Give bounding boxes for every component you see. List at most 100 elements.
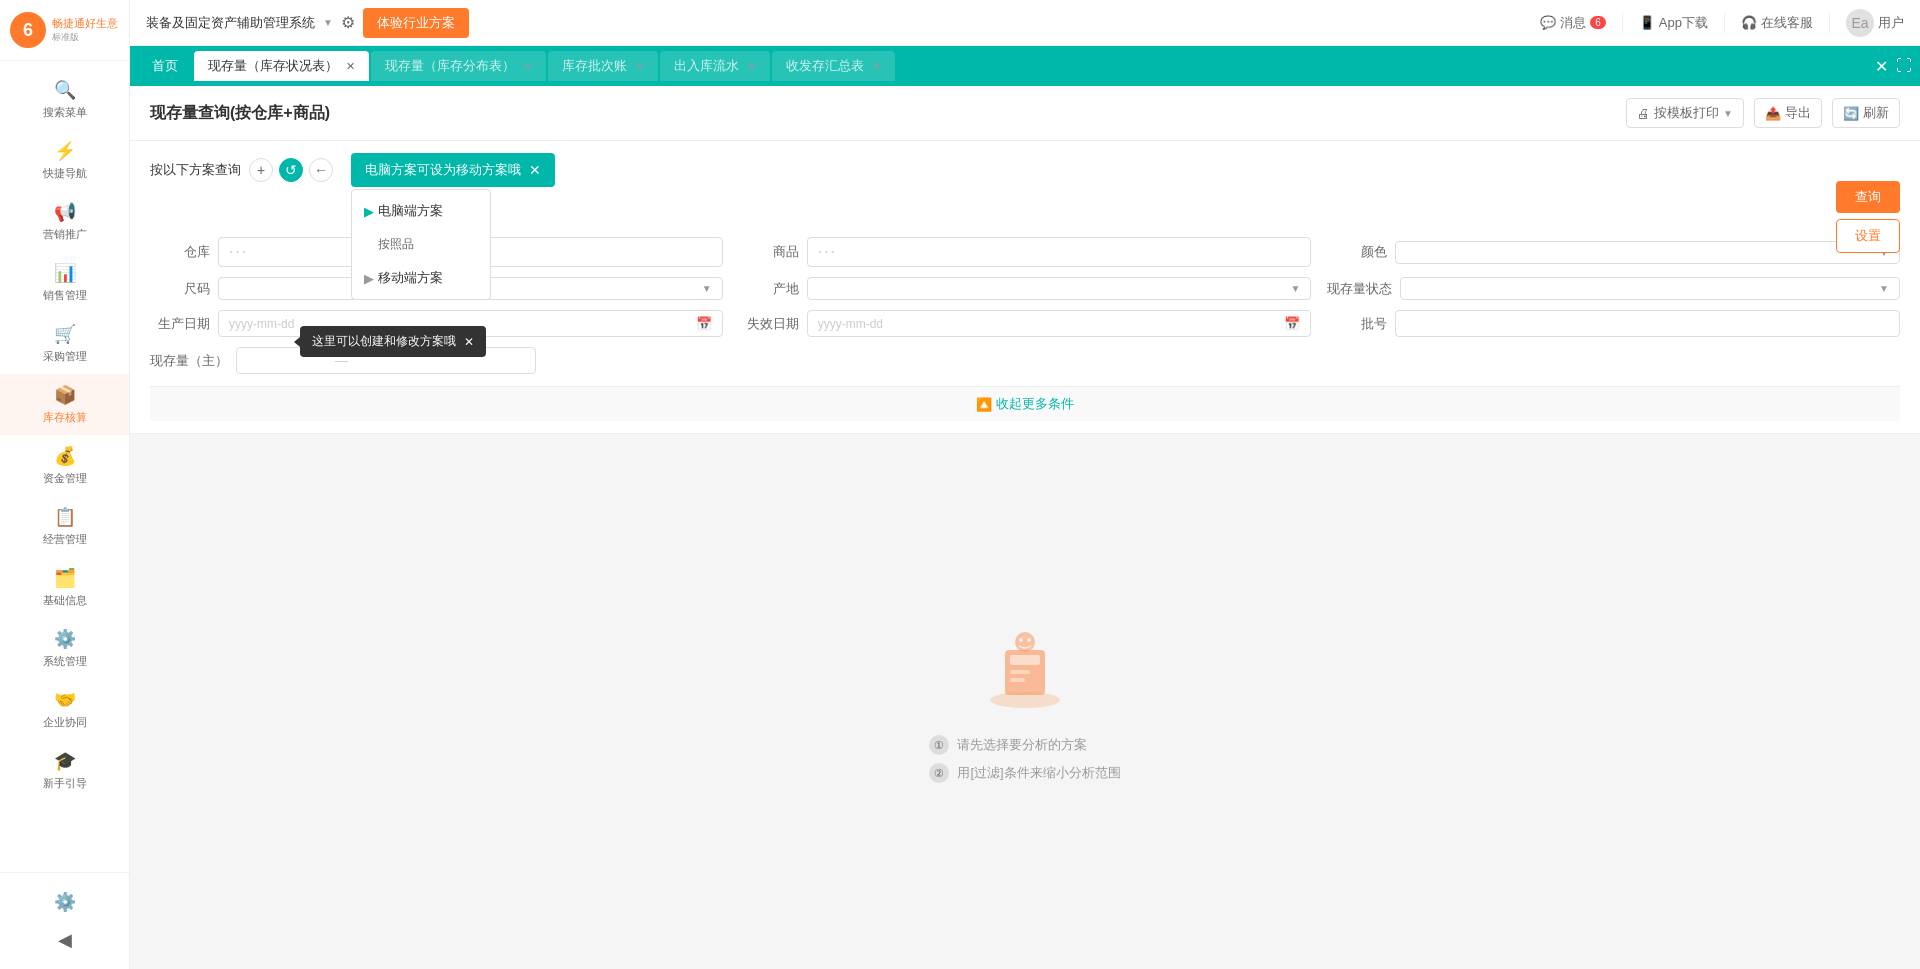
collapse-bar[interactable]: 🔼 收起更多条件 <box>150 386 1900 421</box>
expire-date-calendar-icon: 📅 <box>1284 316 1300 331</box>
sidebar-item-inventory[interactable]: 📦 库存核算 <box>0 374 129 435</box>
scheme-desktop-sub-item[interactable]: 按照品 <box>352 228 490 261</box>
svg-rect-4 <box>1010 678 1025 682</box>
svg-point-7 <box>1027 638 1031 642</box>
filter-back-btn[interactable]: ← <box>309 158 333 182</box>
tab-inventory-dist[interactable]: 现存量（库存分布表） ✕ <box>371 51 546 81</box>
scheme-desktop-arrow: ▶ <box>364 204 374 219</box>
app-download-item[interactable]: 📱 App下载 <box>1639 14 1708 32</box>
print-btn[interactable]: 🖨 按模板打印 ▼ <box>1626 98 1744 128</box>
empty-hints: ① 请先选择要分析的方案 ② 用[过滤]条件来缩小分析范围 <box>929 735 1120 783</box>
goods-select[interactable]: ··· <box>807 237 1312 267</box>
expire-date-input[interactable]: yyyy-mm-dd 📅 <box>807 310 1312 337</box>
sidebar-label-inventory: 库存核算 <box>43 410 87 425</box>
color-select[interactable]: ▼ <box>1395 241 1900 264</box>
tab-bar: 首页 现存量（库存状况表） ✕ 现存量（库存分布表） ✕ 库存批次账 ✕ 出入库… <box>130 46 1920 86</box>
tab-batch-close[interactable]: ✕ <box>635 60 644 73</box>
sidebar-collapse-btn[interactable]: ◀ <box>0 921 129 959</box>
sidebar-item-guide[interactable]: 🎓 新手引导 <box>0 740 129 801</box>
message-item[interactable]: 💬 消息 6 <box>1540 14 1606 32</box>
svg-rect-3 <box>1010 670 1030 674</box>
industry-btn[interactable]: 体验行业方案 <box>363 8 469 38</box>
enterprise-icon: 🤝 <box>54 689 76 711</box>
system-icon: ⚙️ <box>54 628 76 650</box>
system-name: 装备及固定资产辅助管理系统 <box>146 14 315 32</box>
scheme-mobile-item[interactable]: ▶ 移动端方案 <box>352 261 490 295</box>
inventory-icon: 📦 <box>54 384 76 406</box>
sidebar-item-marketing[interactable]: 📢 营销推广 <box>0 191 129 252</box>
sidebar-item-search[interactable]: 🔍 搜索菜单 <box>0 69 129 130</box>
collapse-up-icon: 🔼 <box>976 397 992 412</box>
produce-date-label: 生产日期 <box>150 315 210 333</box>
tab-maximize-icon[interactable]: ⛶ <box>1896 57 1912 75</box>
sidebar-item-operation[interactable]: 📋 经营管理 <box>0 496 129 557</box>
filter-field-stock-status: 现存量状态 ▼ <box>1327 277 1900 300</box>
origin-select[interactable]: ▼ <box>807 277 1312 300</box>
online-support-item[interactable]: 🎧 在线客服 <box>1741 14 1813 32</box>
reset-btn[interactable]: 设置 <box>1836 219 1900 253</box>
scheme-mobile-arrow: ▶ <box>364 271 374 286</box>
sidebar-label-guide: 新手引导 <box>43 776 87 791</box>
topbar-gear-icon[interactable]: ⚙ <box>341 13 355 32</box>
scheme-desktop-sub-label: 按照品 <box>378 237 414 251</box>
sidebar-item-quicknav[interactable]: ⚡ 快捷导航 <box>0 130 129 191</box>
filter-add-btn[interactable]: + <box>249 158 273 182</box>
size-label: 尺码 <box>150 280 210 298</box>
create-tooltip-close[interactable]: ✕ <box>464 335 474 349</box>
scheme-desktop-item[interactable]: ▶ 电脑端方案 <box>352 194 490 228</box>
scheme-tooltip-close[interactable]: ✕ <box>529 162 541 178</box>
tab-home[interactable]: 首页 <box>138 51 192 81</box>
sidebar-item-system[interactable]: ⚙️ 系统管理 <box>0 618 129 679</box>
tab-inventory-status-label: 现存量（库存状况表） <box>208 57 338 75</box>
svg-point-6 <box>1019 638 1023 642</box>
topbar-divider1 <box>1622 13 1623 33</box>
scheme-desktop-label: 电脑端方案 <box>378 202 443 220</box>
color-label: 颜色 <box>1327 243 1387 261</box>
tab-inventory-dist-close[interactable]: ✕ <box>523 60 532 73</box>
stock-status-select[interactable]: ▼ <box>1400 277 1900 300</box>
message-badge: 6 <box>1590 16 1606 29</box>
produce-date-calendar-icon: 📅 <box>696 316 712 331</box>
stock-status-dropdown-icon: ▼ <box>1879 283 1889 294</box>
empty-state: ① 请先选择要分析的方案 ② 用[过滤]条件来缩小分析范围 <box>130 434 1920 969</box>
filter-field-batch-no: 批号 <box>1327 310 1900 337</box>
tab-close-all-icon[interactable]: ✕ <box>1875 57 1888 76</box>
user-avatar: Ea <box>1846 9 1874 37</box>
sidebar-item-purchase[interactable]: 🛒 采购管理 <box>0 313 129 374</box>
tab-collect-close[interactable]: ✕ <box>872 60 881 73</box>
sidebar-settings-btn[interactable]: ⚙️ <box>0 883 129 921</box>
export-btn[interactable]: 📤 导出 <box>1754 98 1822 128</box>
topbar: 装备及固定资产辅助管理系统 ▼ ⚙ 体验行业方案 💬 消息 6 📱 App下载 <box>130 0 1920 46</box>
tooltip-arrow <box>294 337 300 347</box>
origin-label: 产地 <box>739 280 799 298</box>
tab-inout[interactable]: 出入库流水 ✕ <box>660 51 770 81</box>
filter-refresh-btn[interactable]: ↺ <box>279 158 303 182</box>
refresh-btn[interactable]: 🔄 刷新 <box>1832 98 1900 128</box>
sidebar-item-finance[interactable]: 💰 资金管理 <box>0 435 129 496</box>
system-dropdown-arrow[interactable]: ▼ <box>323 17 333 28</box>
tab-inventory-status-close[interactable]: ✕ <box>346 60 355 73</box>
tab-batch[interactable]: 库存批次账 ✕ <box>548 51 658 81</box>
batch-no-input[interactable] <box>1395 310 1900 337</box>
sidebar-item-sales[interactable]: 📊 销售管理 <box>0 252 129 313</box>
warehouse-dots: ··· <box>229 243 248 261</box>
tab-inventory-status[interactable]: 现存量（库存状况表） ✕ <box>194 51 369 81</box>
create-tooltip-text: 这里可以创建和修改方案哦 <box>312 333 456 350</box>
tab-inout-label: 出入库流水 <box>674 57 739 75</box>
scheme-mobile-label: 移动端方案 <box>378 269 443 287</box>
sidebar-item-enterprise[interactable]: 🤝 企业协同 <box>0 679 129 740</box>
quicknav-icon: ⚡ <box>54 140 76 162</box>
sidebar-bottom: ⚙️ ◀ <box>0 872 129 969</box>
svg-rect-2 <box>1010 655 1040 665</box>
scheme-tooltip-text: 电脑方案可设为移动方案哦 <box>365 161 521 179</box>
search-btn[interactable]: 查询 <box>1836 181 1900 213</box>
user-item[interactable]: Ea 用户 <box>1846 9 1904 37</box>
user-avatar-text: Ea <box>1851 15 1868 31</box>
tab-collect[interactable]: 收发存汇总表 ✕ <box>772 51 895 81</box>
print-icon: 🖨 <box>1637 106 1650 121</box>
tab-inout-close[interactable]: ✕ <box>747 60 756 73</box>
sidebar-item-basic[interactable]: 🗂️ 基础信息 <box>0 557 129 618</box>
logo-area: 6 畅捷通好生意 标准版 <box>0 0 129 61</box>
page-actions: 🖨 按模板打印 ▼ 📤 导出 🔄 刷新 <box>1626 98 1900 128</box>
tab-actions: ✕ ⛶ <box>1875 57 1912 76</box>
